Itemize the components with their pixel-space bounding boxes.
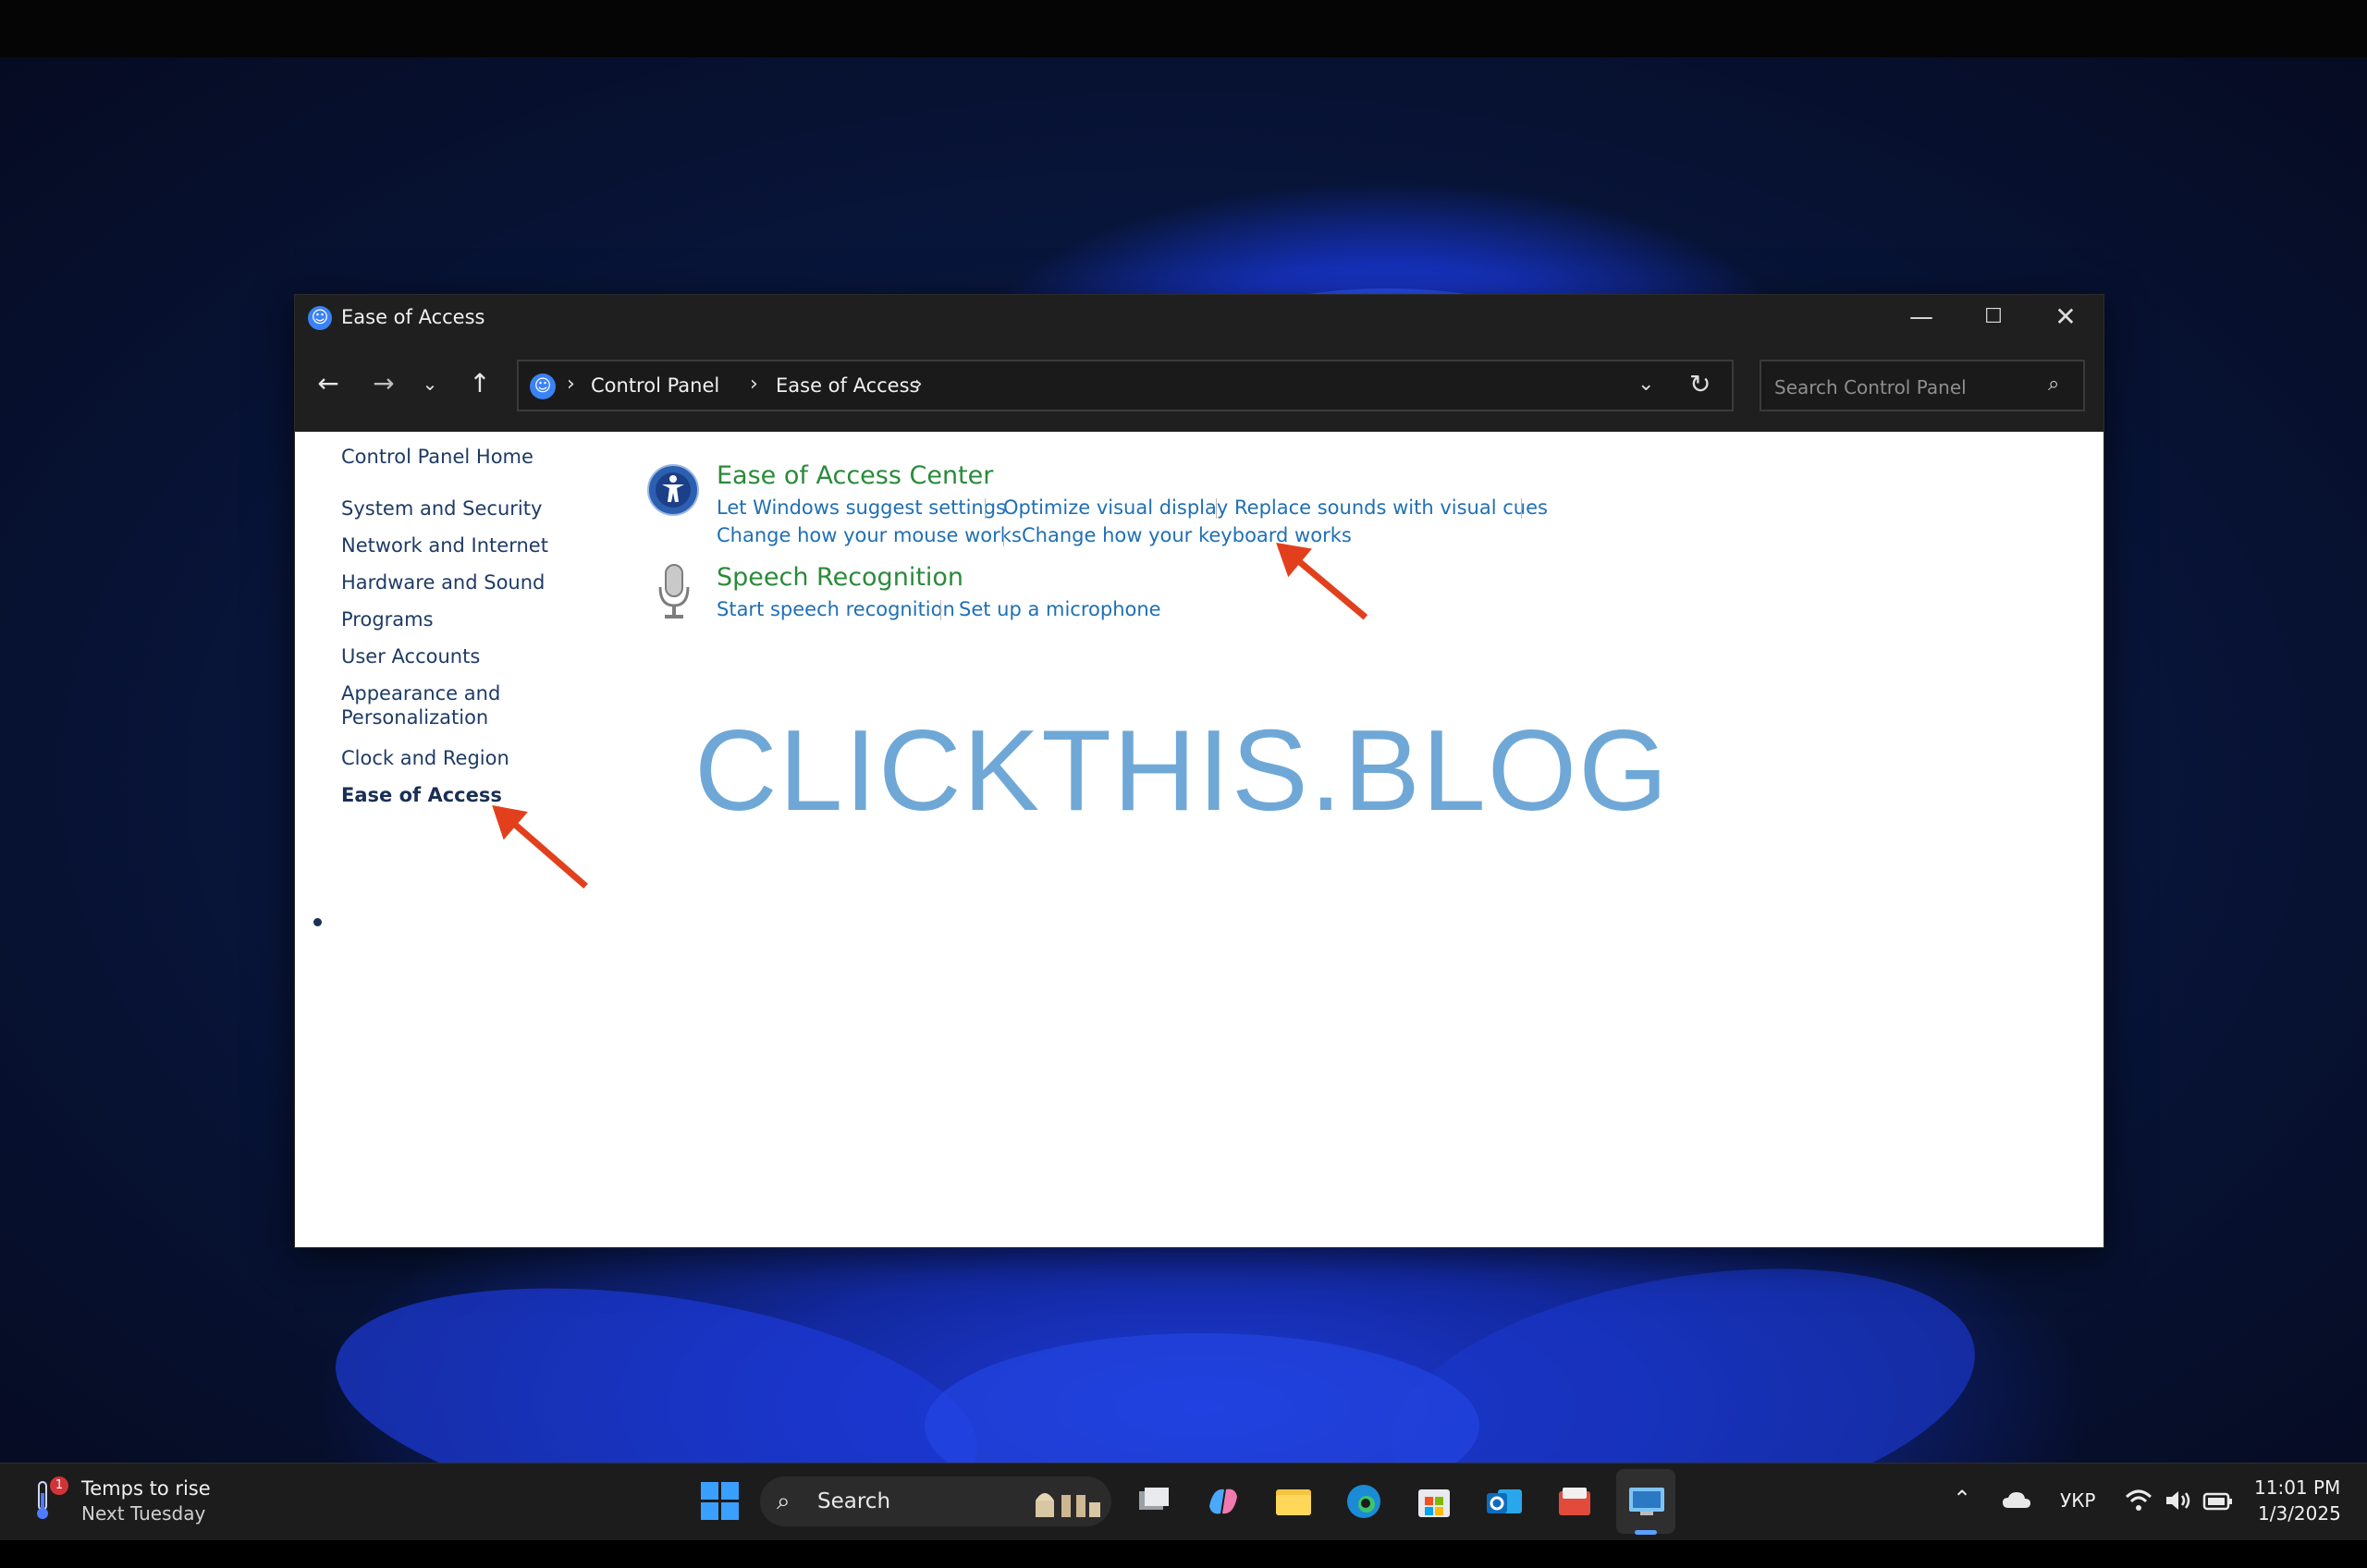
window-title: Ease of Access (341, 306, 485, 328)
weather-subline[interactable]: Next Tuesday (81, 1502, 205, 1525)
sidebar-item-control-panel-home[interactable]: Control Panel Home (341, 445, 533, 469)
windows-logo-icon (721, 1502, 739, 1520)
address-bar[interactable]: ☺ › Control Panel › Ease of Access › ⌄ ↻ (517, 360, 1734, 411)
clock-time[interactable]: 11:01 PM (2254, 1476, 2340, 1499)
navigation-bar: ← → ⌄ ↑ ☺ › Control Panel › Ease of Acce… (295, 341, 2103, 432)
annotation-arrow-sidebar (494, 805, 588, 889)
clock-date[interactable]: 1/3/2025 (2258, 1502, 2341, 1525)
sidebar-item-programs[interactable]: Programs (341, 607, 434, 631)
notification-badge: 1 (50, 1476, 68, 1495)
title-bar[interactable]: ☺ Ease of Access — ☐ ✕ (295, 295, 2103, 341)
copilot-icon[interactable] (1200, 1478, 1246, 1525)
ease-of-access-icon: ☺ (308, 306, 332, 330)
battery-icon[interactable] (2202, 1491, 2234, 1512)
task-separator (1003, 526, 1004, 546)
screen-top-bar (0, 0, 2367, 57)
microphone-icon[interactable] (656, 563, 693, 620)
sidebar-item-user-accounts[interactable]: User Accounts (341, 644, 480, 668)
category-title-speech-recognition[interactable]: Speech Recognition (717, 563, 963, 592)
taskbar-search-label: Search (817, 1489, 891, 1513)
windows-logo-icon (701, 1502, 718, 1520)
task-set-up-a-microphone[interactable]: Set up a microphone (959, 598, 1161, 620)
file-explorer-icon[interactable] (1270, 1478, 1317, 1525)
onedrive-icon[interactable] (2001, 1489, 2032, 1512)
close-button[interactable]: ✕ (2030, 295, 2102, 341)
breadcrumb-separator[interactable]: › (567, 373, 575, 396)
ease-of-access-icon: ☺ (530, 374, 556, 399)
sidebar-item-appearance-and-personalization[interactable]: Appearance and Personalization (341, 681, 508, 729)
ease-of-access-center-icon[interactable] (646, 463, 700, 517)
task-separator (940, 600, 941, 620)
sidebar-item-clock-and-region[interactable]: Clock and Region (341, 746, 509, 770)
chevron-up-icon[interactable]: ⌃ (1953, 1486, 1971, 1512)
content-area: Control Panel Home System and Security N… (295, 432, 2103, 1247)
task-optimize-visual-display[interactable]: Optimize visual display (1003, 496, 1228, 519)
app-folder-icon[interactable] (1551, 1478, 1598, 1525)
task-start-speech-recognition[interactable]: Start speech recognition (717, 598, 955, 620)
control-panel-window: ☺ Ease of Access — ☐ ✕ ← → ⌄ ↑ ☺ › Contr… (294, 294, 2104, 1248)
back-button[interactable]: ← (308, 363, 349, 404)
breadcrumb-control-panel[interactable]: Control Panel (591, 374, 719, 397)
outlook-icon[interactable] (1481, 1478, 1527, 1525)
weather-headline[interactable]: Temps to rise (81, 1477, 211, 1500)
forward-button[interactable]: → (363, 363, 404, 404)
taskbar: 1 Temps to rise Next Tuesday ⌕ Search ⌃ … (0, 1463, 2367, 1540)
task-separator (1521, 498, 1522, 519)
minimize-button[interactable]: — (1885, 295, 1957, 341)
wifi-icon[interactable] (2125, 1488, 2152, 1513)
edge-icon[interactable] (1341, 1478, 1387, 1525)
task-separator (985, 498, 986, 519)
windows-logo-icon (701, 1482, 718, 1500)
active-item-bullet (313, 918, 322, 926)
sidebar-item-hardware-and-sound[interactable]: Hardware and Sound (341, 570, 545, 594)
breadcrumb-separator[interactable]: › (750, 373, 758, 396)
sidebar-item-ease-of-access[interactable]: Ease of Access (341, 783, 502, 807)
sidebar-item-system-and-security[interactable]: System and Security (341, 496, 542, 521)
search-icon: ⌕ (777, 1488, 791, 1515)
windows-logo-icon (721, 1482, 739, 1500)
annotation-arrow-keyboard (1278, 543, 1368, 620)
maximize-button[interactable]: ☐ (1957, 295, 2030, 341)
control-panel-icon[interactable] (1624, 1478, 1670, 1525)
search-input[interactable] (1772, 373, 2044, 402)
input-language[interactable]: УКР (2060, 1489, 2095, 1512)
breadcrumb-ease-of-access[interactable]: Ease of Access (776, 374, 919, 397)
sidebar-item-network-and-internet[interactable]: Network and Internet (341, 533, 548, 557)
active-app-indicator (1635, 1530, 1657, 1535)
category-title-ease-of-access-center[interactable]: Ease of Access Center (717, 461, 993, 490)
microsoft-store-icon[interactable] (1411, 1478, 1457, 1525)
task-replace-sounds-with-visual-cues[interactable]: Replace sounds with visual cues (1234, 496, 1548, 519)
search-highlight-icon (1036, 1493, 1100, 1517)
recent-locations-button[interactable]: ⌄ (410, 363, 450, 404)
search-box[interactable]: ⌕ (1760, 360, 2085, 411)
taskbar-search[interactable]: ⌕ Search (760, 1476, 1111, 1526)
task-separator (1216, 498, 1217, 519)
start-button[interactable] (701, 1482, 740, 1521)
task-change-how-your-mouse-works[interactable]: Change how your mouse works (717, 524, 1022, 546)
refresh-icon[interactable]: ↻ (1689, 369, 1711, 399)
up-button[interactable]: ↑ (460, 363, 500, 404)
watermark-text: CLICKTHIS.BLOG (694, 707, 1670, 835)
task-let-windows-suggest-settings[interactable]: Let Windows suggest settings (717, 496, 1006, 519)
task-view-icon[interactable] (1130, 1478, 1176, 1525)
volume-icon[interactable] (2164, 1488, 2193, 1513)
search-icon[interactable]: ⌕ (2048, 373, 2059, 396)
chevron-down-icon[interactable]: ⌄ (1637, 373, 1654, 396)
breadcrumb-separator[interactable]: › (914, 373, 923, 396)
